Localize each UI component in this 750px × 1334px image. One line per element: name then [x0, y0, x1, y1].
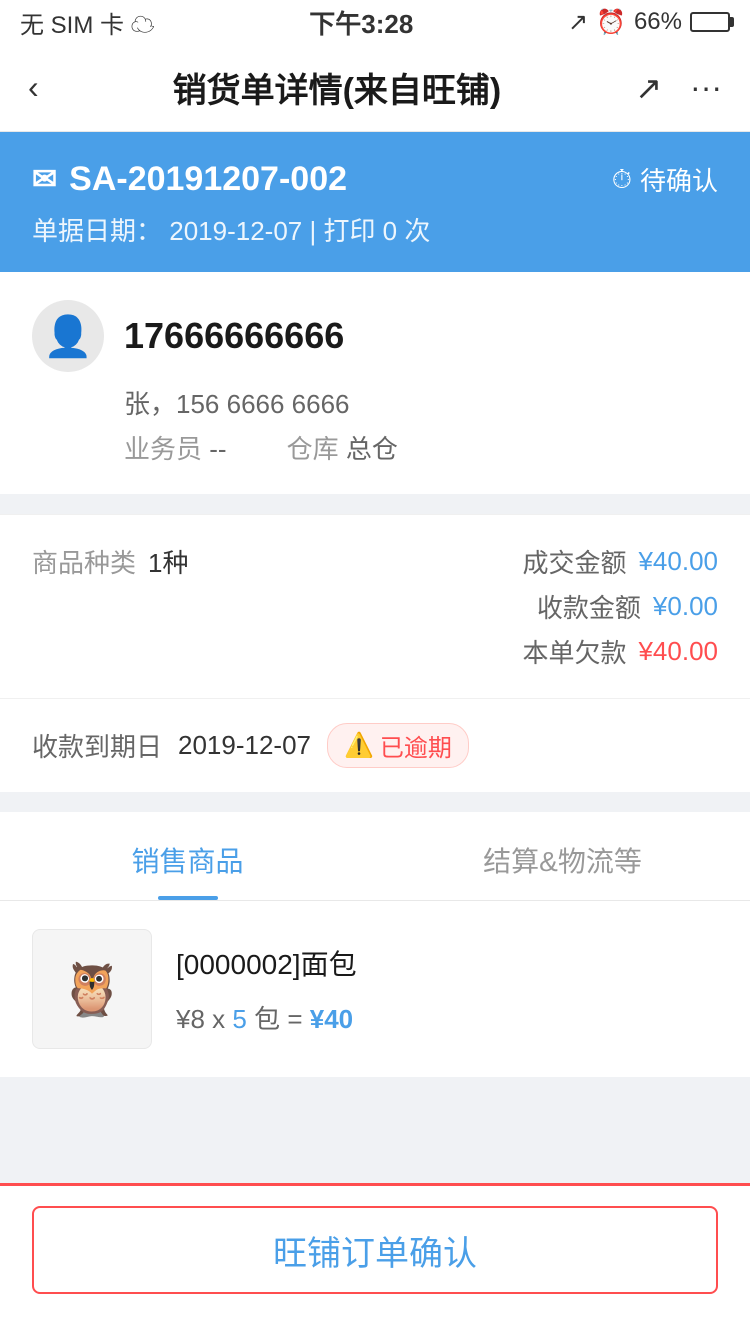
- status-bar: 无 SIM 卡 ☁ 下午3:28 ↗ ⏰ 66%: [0, 0, 750, 44]
- avatar-icon: 👤: [43, 313, 93, 360]
- sales-rep: 业务员 --: [124, 429, 227, 466]
- tab-sales-products[interactable]: 销售商品: [0, 812, 375, 900]
- nav-bar: ‹ 销货单详情(来自旺铺) ↗ ···: [0, 44, 750, 132]
- price-multiply: x: [212, 1004, 232, 1034]
- confirm-order-button[interactable]: 旺铺订单确认: [32, 1206, 718, 1294]
- product-kind-section: 商品种类 1种: [32, 543, 188, 580]
- battery-icon: [690, 12, 730, 32]
- status-right: ↗ ⏰ 66%: [568, 8, 730, 37]
- page-title: 销货单详情(来自旺铺): [173, 63, 502, 112]
- owing-amount: ¥40.00: [638, 636, 718, 667]
- alarm-icon: ⏰: [596, 8, 626, 37]
- customer-name: 张，156 6666 6666: [124, 384, 718, 421]
- summary-card: 商品种类 1种 成交金额 ¥40.00 收款金额 ¥0.00 本单欠款 ¥40.…: [0, 515, 750, 698]
- warehouse: 仓库 总仓: [287, 429, 398, 466]
- deal-amount-label: 成交金额: [522, 543, 626, 580]
- price-equals: =: [287, 1004, 309, 1034]
- back-button[interactable]: ‹: [28, 69, 39, 106]
- bottom-bar: 旺铺订单确认: [0, 1183, 750, 1334]
- overdue-warning-icon: ⚠️: [344, 731, 374, 760]
- battery-percent: 66%: [634, 8, 682, 36]
- product-name: [0000002]面包: [176, 943, 718, 983]
- received-amount: ¥0.00: [653, 591, 718, 622]
- status-left: 无 SIM 卡 ☁: [20, 5, 155, 40]
- location-icon: ↗: [568, 8, 588, 37]
- amount-section: 成交金额 ¥40.00 收款金额 ¥0.00 本单欠款 ¥40.00: [522, 543, 718, 670]
- status-clock-icon: ⏱: [612, 164, 632, 196]
- product-quantity: 5: [232, 1004, 246, 1034]
- order-icon: ✉: [32, 162, 57, 197]
- due-date-value: 2019-12-07: [178, 730, 311, 761]
- customer-phone: 17666666666: [124, 315, 344, 357]
- table-row: 🦉 [0000002]面包 ¥8 x 5 包 = ¥40: [0, 901, 750, 1077]
- received-label: 收款金额: [537, 588, 641, 625]
- due-date-section: 收款到期日 2019-12-07 ⚠️ 已逾期: [0, 698, 750, 792]
- product-image: 🦉: [32, 929, 152, 1049]
- avatar: 👤: [32, 300, 104, 372]
- order-header-card: ✉ SA-20191207-002 ⏱ 待确认 单据日期： 2019-12-07…: [0, 132, 750, 272]
- product-total: ¥40: [310, 1004, 353, 1034]
- status-text: 待确认: [640, 161, 718, 198]
- order-date-row: 单据日期： 2019-12-07 | 打印 0 次: [32, 211, 718, 248]
- product-list: 🦉 [0000002]面包 ¥8 x 5 包 = ¥40: [0, 901, 750, 1077]
- deal-amount: ¥40.00: [638, 546, 718, 577]
- order-status-badge: ⏱ 待确认: [612, 161, 718, 198]
- status-time: 下午3:28: [309, 4, 413, 41]
- product-price-row: ¥8 x 5 包 = ¥40: [176, 999, 718, 1036]
- more-button[interactable]: ···: [690, 69, 722, 106]
- customer-card: 👤 17666666666 张，156 6666 6666 业务员 -- 仓库 …: [0, 272, 750, 494]
- sim-status: 无 SIM 卡 ☁: [20, 5, 155, 40]
- due-date-label: 收款到期日: [32, 727, 162, 764]
- product-thumbnail-icon: 🦉: [60, 959, 125, 1020]
- order-id: ✉ SA-20191207-002: [32, 160, 347, 199]
- tabs-section: 销售商品 结算&物流等 🦉 [0000002]面包 ¥8 x 5 包 = ¥40: [0, 812, 750, 1077]
- product-unit-price: ¥8: [176, 1004, 205, 1034]
- tab-settlement-logistics[interactable]: 结算&物流等: [375, 812, 750, 900]
- overdue-badge: ⚠️ 已逾期: [327, 723, 469, 768]
- owing-label: 本单欠款: [522, 633, 626, 670]
- share-button[interactable]: ↗: [635, 69, 662, 107]
- overdue-text: 已逾期: [380, 728, 452, 763]
- nav-actions: ↗ ···: [635, 69, 722, 107]
- product-unit: 包: [254, 1004, 280, 1034]
- product-info: [0000002]面包 ¥8 x 5 包 = ¥40: [176, 943, 718, 1036]
